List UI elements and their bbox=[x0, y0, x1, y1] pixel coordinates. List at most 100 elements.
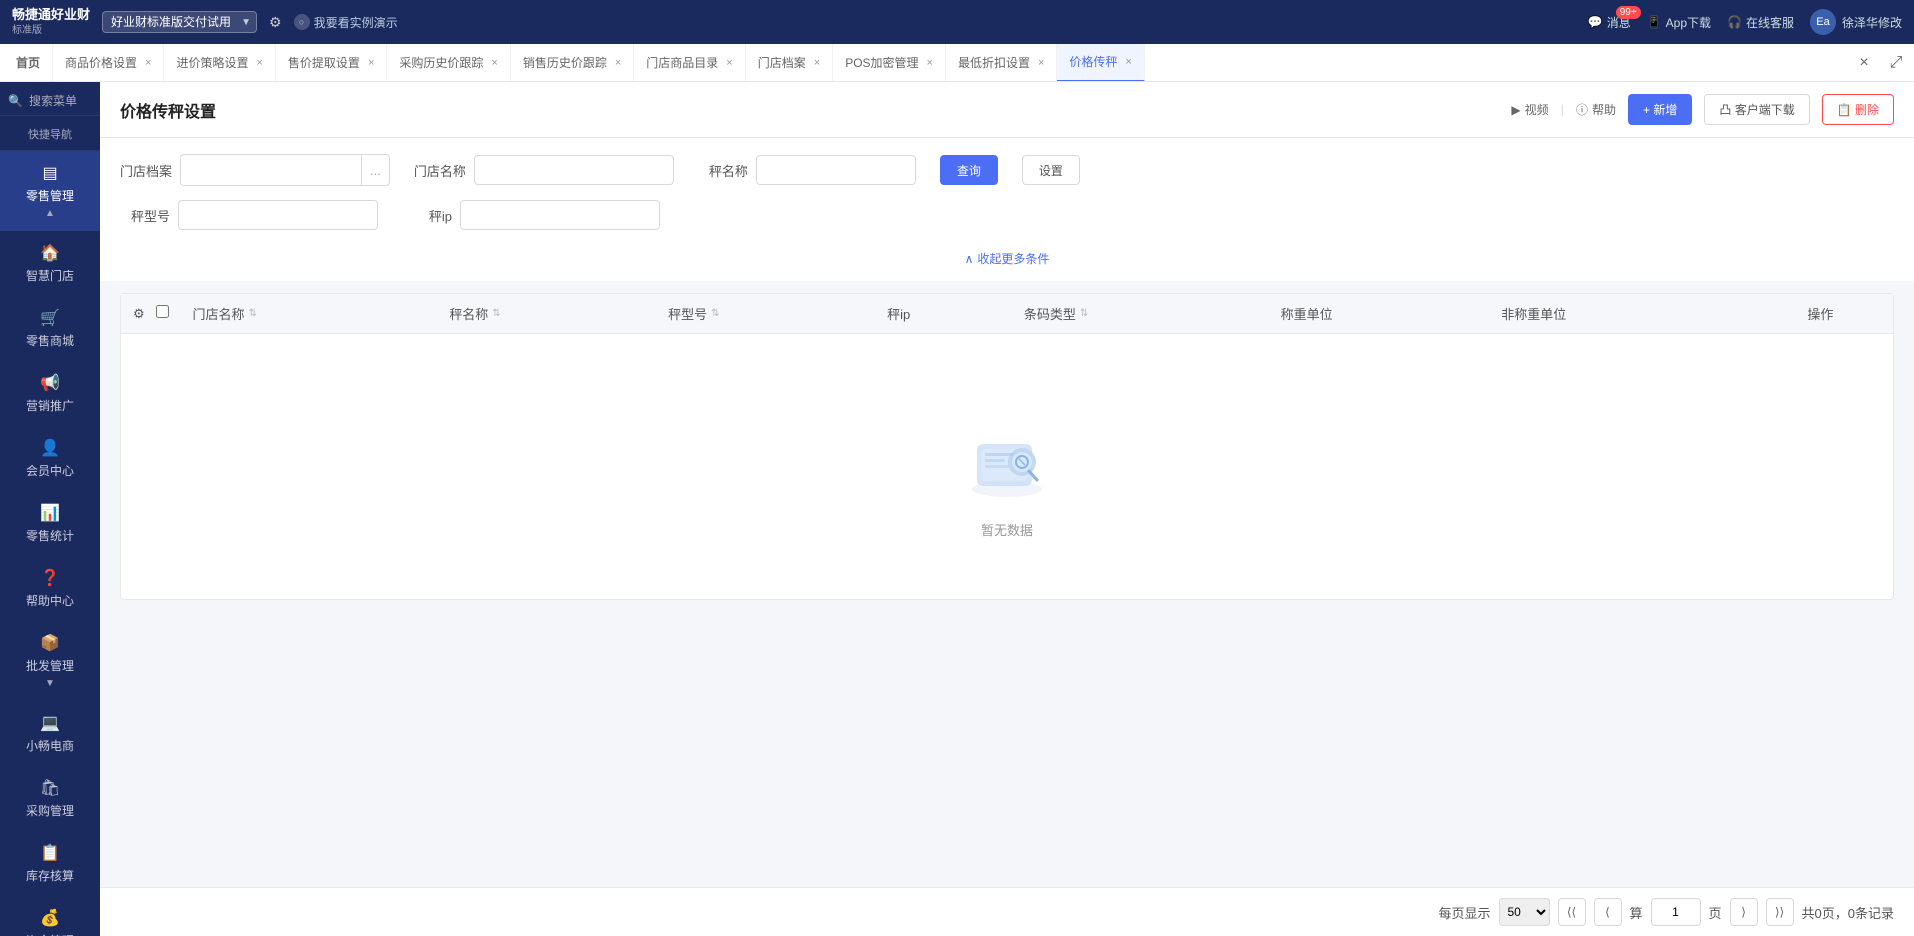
online-service-action[interactable]: 🎧 在线客服 bbox=[1727, 14, 1794, 31]
help-link[interactable]: ⓘ 帮助 bbox=[1576, 101, 1616, 118]
setting-button[interactable]: 设置 bbox=[1022, 155, 1080, 185]
tab-goods-price[interactable]: 商品价格设置 × bbox=[53, 44, 164, 82]
query-button[interactable]: 查询 bbox=[940, 155, 998, 185]
sidebar-item-smart-store[interactable]: 🏠 智慧门店 bbox=[0, 231, 100, 296]
tab-sales-history[interactable]: 销售历史价跟踪 × bbox=[511, 44, 634, 82]
member-icon: 👤 bbox=[40, 438, 60, 458]
top-gear-icon[interactable]: ⚙ bbox=[269, 14, 282, 31]
demo-icon: ○ bbox=[294, 14, 310, 30]
page-suffix: 页 bbox=[1709, 903, 1722, 922]
close-icon[interactable]: × bbox=[814, 57, 820, 69]
scale-ip-field: 秤ip bbox=[402, 200, 660, 230]
page-header-actions: ▶ 视频 | ⓘ 帮助 + 新增 凸 客户端下载 📋 删除 bbox=[1511, 94, 1894, 137]
add-button[interactable]: + 新增 bbox=[1628, 94, 1692, 125]
scale-model-input[interactable] bbox=[178, 200, 378, 230]
help-icon: ❓ bbox=[40, 568, 60, 588]
main-content: 价格传秤设置 ▶ 视频 | ⓘ 帮助 + 新增 凸 客户端下载 📋 删除 bbox=[100, 82, 1914, 936]
close-icon[interactable]: × bbox=[1125, 56, 1131, 68]
store-dots-button[interactable]: ... bbox=[361, 155, 389, 185]
tab-purchase-strategy[interactable]: 进价策略设置 × bbox=[164, 44, 275, 82]
tab-pos-management[interactable]: POS加密管理 × bbox=[833, 44, 946, 82]
scale-ip-label: 秤ip bbox=[402, 206, 452, 225]
delete-button[interactable]: 📋 删除 bbox=[1822, 94, 1894, 125]
store-profile-input[interactable] bbox=[181, 155, 361, 185]
tab-store-profile[interactable]: 门店档案 × bbox=[746, 44, 833, 82]
collapse-button[interactable]: ∧ 收起更多条件 bbox=[959, 244, 1056, 273]
sidebar-item-wholesale-label: 批发管理 bbox=[26, 657, 74, 674]
th-scale-model: 秤型号 ⇅ bbox=[656, 294, 875, 334]
sidebar-item-member-label: 会员中心 bbox=[26, 462, 74, 479]
empty-icon bbox=[957, 414, 1057, 504]
sidebar-item-retail-mall[interactable]: 🛒 零售商城 bbox=[0, 296, 100, 361]
message-action[interactable]: 💬 消息 99+ bbox=[1588, 14, 1631, 31]
th-scale-name: 秤名称 ⇅ bbox=[437, 294, 656, 334]
sort-scale-name[interactable]: 秤名称 ⇅ bbox=[449, 304, 644, 323]
purchase-icon: 🛍 bbox=[40, 778, 60, 798]
close-icon[interactable]: × bbox=[368, 57, 374, 69]
user-menu[interactable]: Ea 徐泽华修改 bbox=[1810, 9, 1902, 35]
last-page-button[interactable]: ⟩⟩ bbox=[1766, 898, 1794, 926]
scale-name-field: 秤名称 bbox=[698, 155, 916, 185]
th-weight-unit: 称重单位 bbox=[1269, 294, 1490, 334]
sidebar-item-marketing[interactable]: 📢 营销推广 bbox=[0, 361, 100, 426]
sidebar-item-finance[interactable]: 💰 资金管理 bbox=[0, 896, 100, 936]
current-page-input[interactable] bbox=[1651, 898, 1701, 926]
expand-tabs-button[interactable]: ⤢ bbox=[1882, 49, 1910, 77]
close-icon[interactable]: × bbox=[145, 57, 151, 69]
sidebar-search[interactable]: 🔍 搜索菜单 bbox=[0, 82, 100, 116]
prev-page-button[interactable]: ⟨ bbox=[1594, 898, 1622, 926]
per-page-select[interactable]: 50 20 100 bbox=[1499, 898, 1550, 926]
sidebar-item-wholesale[interactable]: 📦 批发管理 ▼ bbox=[0, 621, 100, 701]
inventory-icon: 📋 bbox=[40, 843, 60, 863]
close-icon[interactable]: × bbox=[615, 57, 621, 69]
demo-label: 我要看实例演示 bbox=[314, 14, 398, 31]
next-page-button[interactable]: ⟩ bbox=[1730, 898, 1758, 926]
tab-min-discount[interactable]: 最低折扣设置 × bbox=[946, 44, 1057, 82]
video-link[interactable]: ▶ 视频 bbox=[1511, 101, 1548, 118]
sidebar-item-help[interactable]: ❓ 帮助中心 bbox=[0, 556, 100, 621]
app-download-label: App下载 bbox=[1666, 14, 1711, 31]
tab-sale-price[interactable]: 售价提取设置 × bbox=[276, 44, 387, 82]
scale-name-input[interactable] bbox=[756, 155, 916, 185]
tab-store-catalog[interactable]: 门店商品目录 × bbox=[634, 44, 745, 82]
sidebar-item-finance-label: 资金管理 bbox=[26, 932, 74, 936]
separator: | bbox=[1561, 102, 1564, 117]
tab-purchase-history[interactable]: 采购历史价跟踪 × bbox=[387, 44, 510, 82]
edition-select-wrap[interactable]: 好业财标准版交付试用 ▼ bbox=[102, 11, 257, 33]
sort-scale-model[interactable]: 秤型号 ⇅ bbox=[668, 304, 863, 323]
scale-ip-input[interactable] bbox=[460, 200, 660, 230]
sidebar-item-purchase[interactable]: 🛍 采购管理 bbox=[0, 766, 100, 831]
sort-store-name[interactable]: 门店名称 ⇅ bbox=[193, 304, 426, 323]
close-all-tabs-button[interactable]: × bbox=[1850, 49, 1878, 77]
download-button[interactable]: 凸 客户端下载 bbox=[1704, 94, 1809, 125]
sidebar-item-retail[interactable]: ▤ 零售管理 ▲ bbox=[0, 151, 100, 231]
table-container: ⚙ 门店名称 ⇅ bbox=[120, 293, 1894, 600]
dots-icon: ... bbox=[370, 163, 381, 178]
sidebar-item-inventory[interactable]: 📋 库存核算 bbox=[0, 831, 100, 896]
close-icon[interactable]: × bbox=[491, 57, 497, 69]
retail-icon: ▤ bbox=[42, 163, 57, 183]
select-all-checkbox[interactable] bbox=[156, 305, 169, 318]
table-settings-icon[interactable]: ⚙ bbox=[133, 306, 145, 321]
close-icon[interactable]: × bbox=[726, 57, 732, 69]
sidebar-item-retail-stats[interactable]: 📊 零售统计 bbox=[0, 491, 100, 556]
demo-link[interactable]: ○ 我要看实例演示 bbox=[294, 14, 398, 31]
smart-store-icon: 🏠 bbox=[40, 243, 60, 263]
tab-home[interactable]: 首页 bbox=[4, 44, 53, 82]
app-download-action[interactable]: 📱 App下载 bbox=[1647, 14, 1711, 31]
sidebar-item-ecommerce[interactable]: 💻 小畅电商 bbox=[0, 701, 100, 766]
close-icon[interactable]: × bbox=[1038, 57, 1044, 69]
wholesale-icon: 📦 bbox=[40, 633, 60, 653]
first-page-icon: ⟨⟨ bbox=[1567, 905, 1576, 919]
close-icon[interactable]: × bbox=[927, 57, 933, 69]
avatar: Ea bbox=[1810, 9, 1836, 35]
first-page-button[interactable]: ⟨⟨ bbox=[1558, 898, 1586, 926]
edition-select[interactable]: 好业财标准版交付试用 bbox=[102, 11, 257, 33]
tab-price-scale[interactable]: 价格传秤 × bbox=[1057, 44, 1144, 82]
store-name-input[interactable] bbox=[474, 155, 674, 185]
sidebar-item-member[interactable]: 👤 会员中心 bbox=[0, 426, 100, 491]
close-icon[interactable]: × bbox=[256, 57, 262, 69]
sidebar-item-retail-stats-label: 零售统计 bbox=[26, 527, 74, 544]
sort-barcode-type[interactable]: 条码类型 ⇅ bbox=[1024, 304, 1257, 323]
store-profile-field: 门店档案 ... bbox=[120, 154, 390, 186]
